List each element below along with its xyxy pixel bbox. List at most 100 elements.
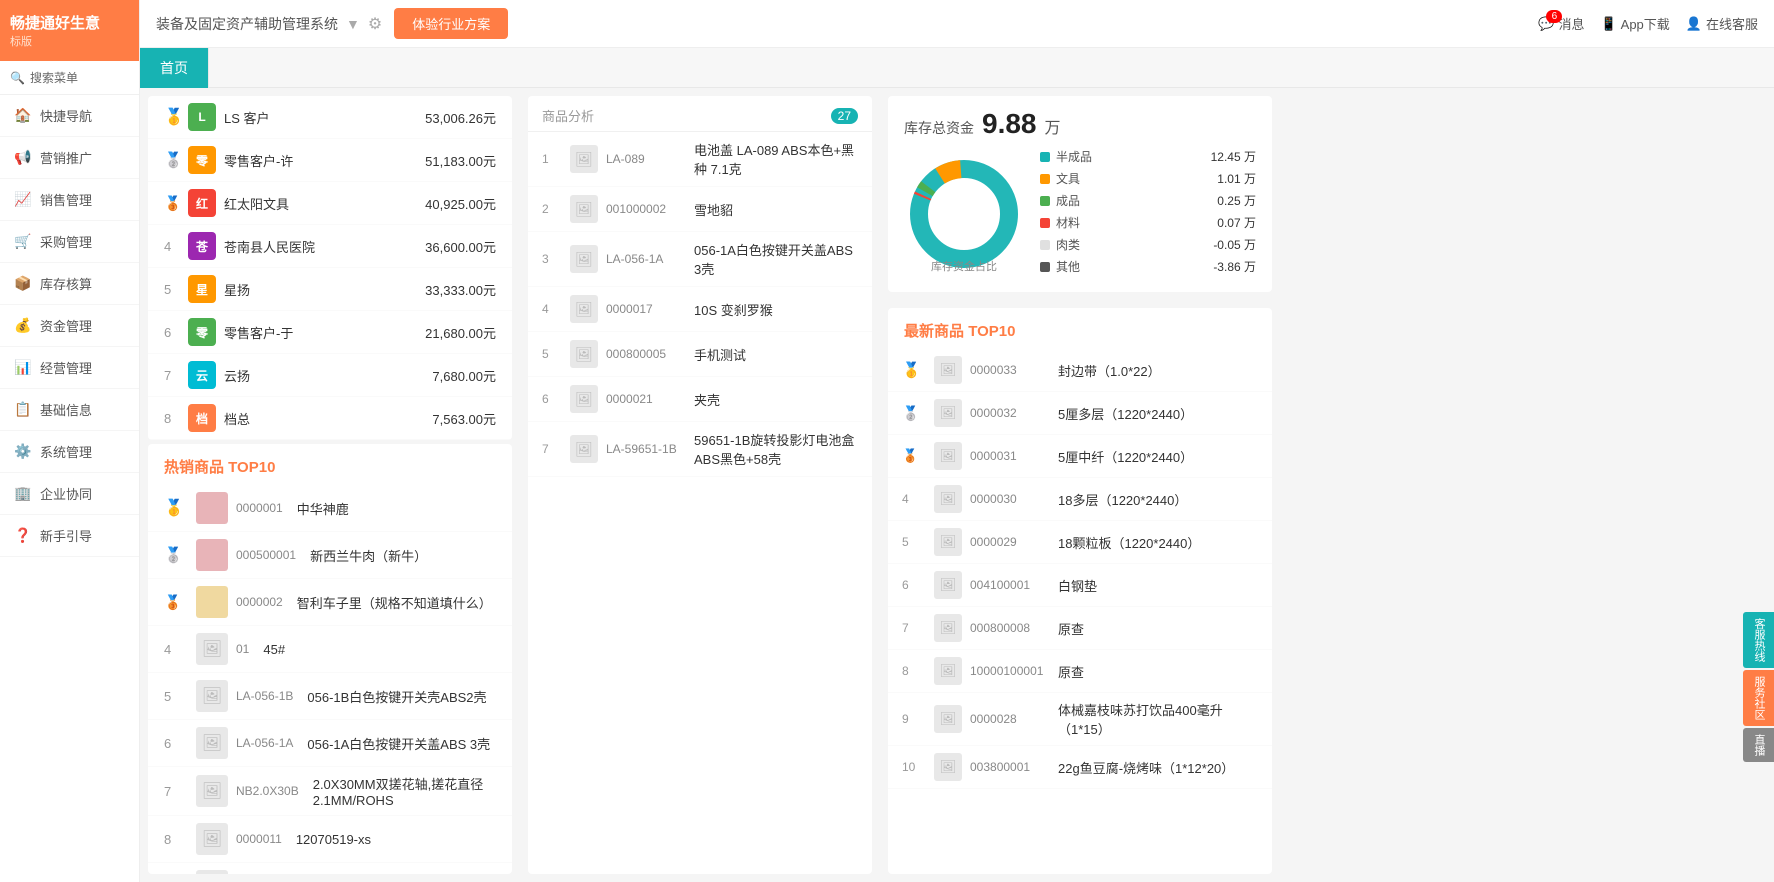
legend-item: 半成品 12.45 万 (1040, 148, 1256, 165)
legend-item: 成品 0.25 万 (1040, 192, 1256, 209)
legend-dot (1040, 174, 1050, 184)
new-products-title: 最新商品 TOP10 (888, 308, 1272, 349)
sidebar-item-collab[interactable]: 🏢 企业协同 (0, 473, 139, 515)
rank-amount: 53,006.26元 (425, 108, 496, 127)
legend-value: 0.07 万 (1217, 214, 1256, 231)
try-button[interactable]: 体验行业方案 (394, 8, 508, 39)
rank-avatar: L (188, 103, 216, 131)
mid-product-row: 3 🖼 LA-056-1A 056-1A白色按键开关盖ABS 3壳 (528, 232, 872, 287)
mid-prod-code: 0000017 (606, 302, 686, 316)
search-menu[interactable]: 🔍 搜索菜单 (0, 61, 139, 95)
new-products-panel: 最新商品 TOP10 🥇 🖼 0000033 封边带（1.0*22） 🥈 🖼 0… (888, 308, 1272, 874)
sales-icon: 📈 (14, 191, 32, 209)
mid-product-row: 5 🖼 000800005 手机测试 (528, 332, 872, 377)
float-live-btn[interactable]: 直播 (1743, 728, 1774, 762)
mid-prod-name: 056-1A白色按键开关盖ABS 3壳 (694, 240, 858, 278)
new-code: 0000029 (970, 535, 1050, 549)
new-name: 封边带（1.0*22） (1058, 361, 1258, 380)
donut-label: 库存资金占比 (904, 258, 1024, 274)
mid-product-row: 4 🖼 0000017 10S 变刹罗猴 (528, 287, 872, 332)
sidebar-item-finance[interactable]: 💰 资金管理 (0, 305, 139, 347)
donut-svg (904, 154, 1024, 274)
new-name: 白钢垫 (1058, 576, 1258, 595)
hot-name: 45# (263, 642, 285, 657)
mid-prod-name: 雪地貂 (694, 200, 858, 219)
sidebar-item-guide[interactable]: ❓ 新手引导 (0, 515, 139, 557)
customer-rank-row: 6 零 零售客户-于 21,680.00元 (148, 311, 512, 354)
nav-tabs: 首页 (140, 48, 1774, 88)
hot-code: 0000011 (236, 832, 282, 846)
hot-img: 🖼 (196, 870, 228, 874)
new-product-row: 4 🖼 0000030 18多层（1220*2440） (888, 478, 1272, 521)
sidebar-item-marketing[interactable]: 📢 营销推广 (0, 137, 139, 179)
app-download-btn[interactable]: 📱 App下载 (1600, 14, 1669, 33)
sidebar-item-label: 资金管理 (40, 316, 92, 335)
message-btn[interactable]: 💬 6 消息 (1538, 14, 1584, 33)
rank-medal: 5 (164, 282, 188, 297)
rank-medal: 6 (164, 325, 188, 340)
sidebar-item-sales[interactable]: 📈 销售管理 (0, 179, 139, 221)
float-service-btn[interactable]: 客服热线 (1743, 612, 1774, 668)
rank-avatar: 零 (188, 318, 216, 346)
mid-rank: 7 (542, 442, 562, 456)
new-rank: 🥈 (902, 405, 926, 422)
hot-rank: 8 (164, 832, 188, 847)
new-product-row: 🥇 🖼 0000033 封边带（1.0*22） (888, 349, 1272, 392)
hot-product-row: 🥈 000500001 新西兰牛肉（新牛） (148, 532, 512, 579)
legend-dot (1040, 218, 1050, 228)
rank-name: 苍南县人民医院 (224, 237, 425, 256)
dropdown-icon[interactable]: ▼ (346, 16, 360, 32)
new-name: 5厘多层（1220*2440） (1058, 404, 1258, 423)
sidebar-item-operation[interactable]: 📊 经营管理 (0, 347, 139, 389)
sidebar-item-system[interactable]: ⚙️ 系统管理 (0, 431, 139, 473)
legend-item: 材料 0.07 万 (1040, 214, 1256, 231)
rank-avatar: 星 (188, 275, 216, 303)
mobile-icon: 📱 (1600, 16, 1616, 32)
mid-prod-code: 001000002 (606, 202, 686, 216)
rank-medal: 🥇 (164, 107, 188, 127)
rank-amount: 51,183.00元 (425, 151, 496, 170)
rank-name: 零售客户-于 (224, 323, 425, 342)
new-rank: 6 (902, 578, 926, 592)
hot-code: LA-056-1B (236, 689, 293, 703)
sidebar-item-basic[interactable]: 📋 基础信息 (0, 389, 139, 431)
customer-rank-row: 7 云 云扬 7,680.00元 (148, 354, 512, 397)
sidebar-item-inventory[interactable]: 📦 库存核算 (0, 263, 139, 305)
float-community-btn[interactable]: 服务社区 (1743, 670, 1774, 726)
mid-prod-name: 手机测试 (694, 345, 858, 364)
legend-value: -3.86 万 (1213, 258, 1256, 275)
sidebar-item-home[interactable]: 🏠 快捷导航 (0, 95, 139, 137)
new-img: 🖼 (934, 571, 962, 599)
sidebar-item-label: 库存核算 (40, 274, 92, 293)
new-rank: 🥇 (902, 361, 926, 379)
system-name: 装备及固定资产辅助管理系统 (156, 14, 338, 34)
hot-products-panel: 热销商品 TOP10 🥇 0000001 中华神鹿 🥈 000500001 新西… (148, 444, 512, 874)
legend-item: 文具 1.01 万 (1040, 170, 1256, 187)
hot-rank: 6 (164, 736, 188, 751)
new-code: 0000030 (970, 492, 1050, 506)
search-label: 搜索菜单 (30, 69, 78, 86)
hot-img: 🖼 (196, 633, 228, 665)
mid-prod-name: 59651-1B旋转投影灯电池盒ABS黑色+58壳 (694, 430, 858, 468)
finance-icon: 💰 (14, 317, 32, 335)
mid-rank: 4 (542, 302, 562, 316)
customer-rank-row: 🥇 L LS 客户 53,006.26元 (148, 96, 512, 139)
tab-home[interactable]: 首页 (140, 48, 209, 88)
hot-name: 2.0X30MM双搓花轴,搓花直径2.1MM/ROHS (313, 774, 496, 808)
new-code: 004100001 (970, 578, 1050, 592)
guide-icon: ❓ (14, 527, 32, 545)
hot-name: 056-1B白色按键开关壳ABS2壳 (307, 687, 486, 706)
online-service-btn[interactable]: 👤 在线客服 (1686, 14, 1758, 33)
inventory-legend: 半成品 12.45 万 文具 1.01 万 成品 0.25 万 材料 0.07 … (1040, 148, 1256, 280)
new-name: 原查 (1058, 662, 1258, 681)
new-rank: 10 (902, 760, 926, 774)
sidebar-item-purchase[interactable]: 🛒 采购管理 (0, 221, 139, 263)
search-icon: 🔍 (10, 71, 25, 85)
rank-medal: 🥉 (164, 195, 188, 212)
mid-prod-img: 🖼 (570, 385, 598, 413)
mid-prod-name: 电池盖 LA-089 ABS本色+黑种 7.1克 (694, 140, 858, 178)
mid-rank: 3 (542, 252, 562, 266)
new-product-row: 🥈 🖼 0000032 5厘多层（1220*2440） (888, 392, 1272, 435)
new-img: 🖼 (934, 485, 962, 513)
gear-icon[interactable]: ⚙ (368, 14, 382, 34)
